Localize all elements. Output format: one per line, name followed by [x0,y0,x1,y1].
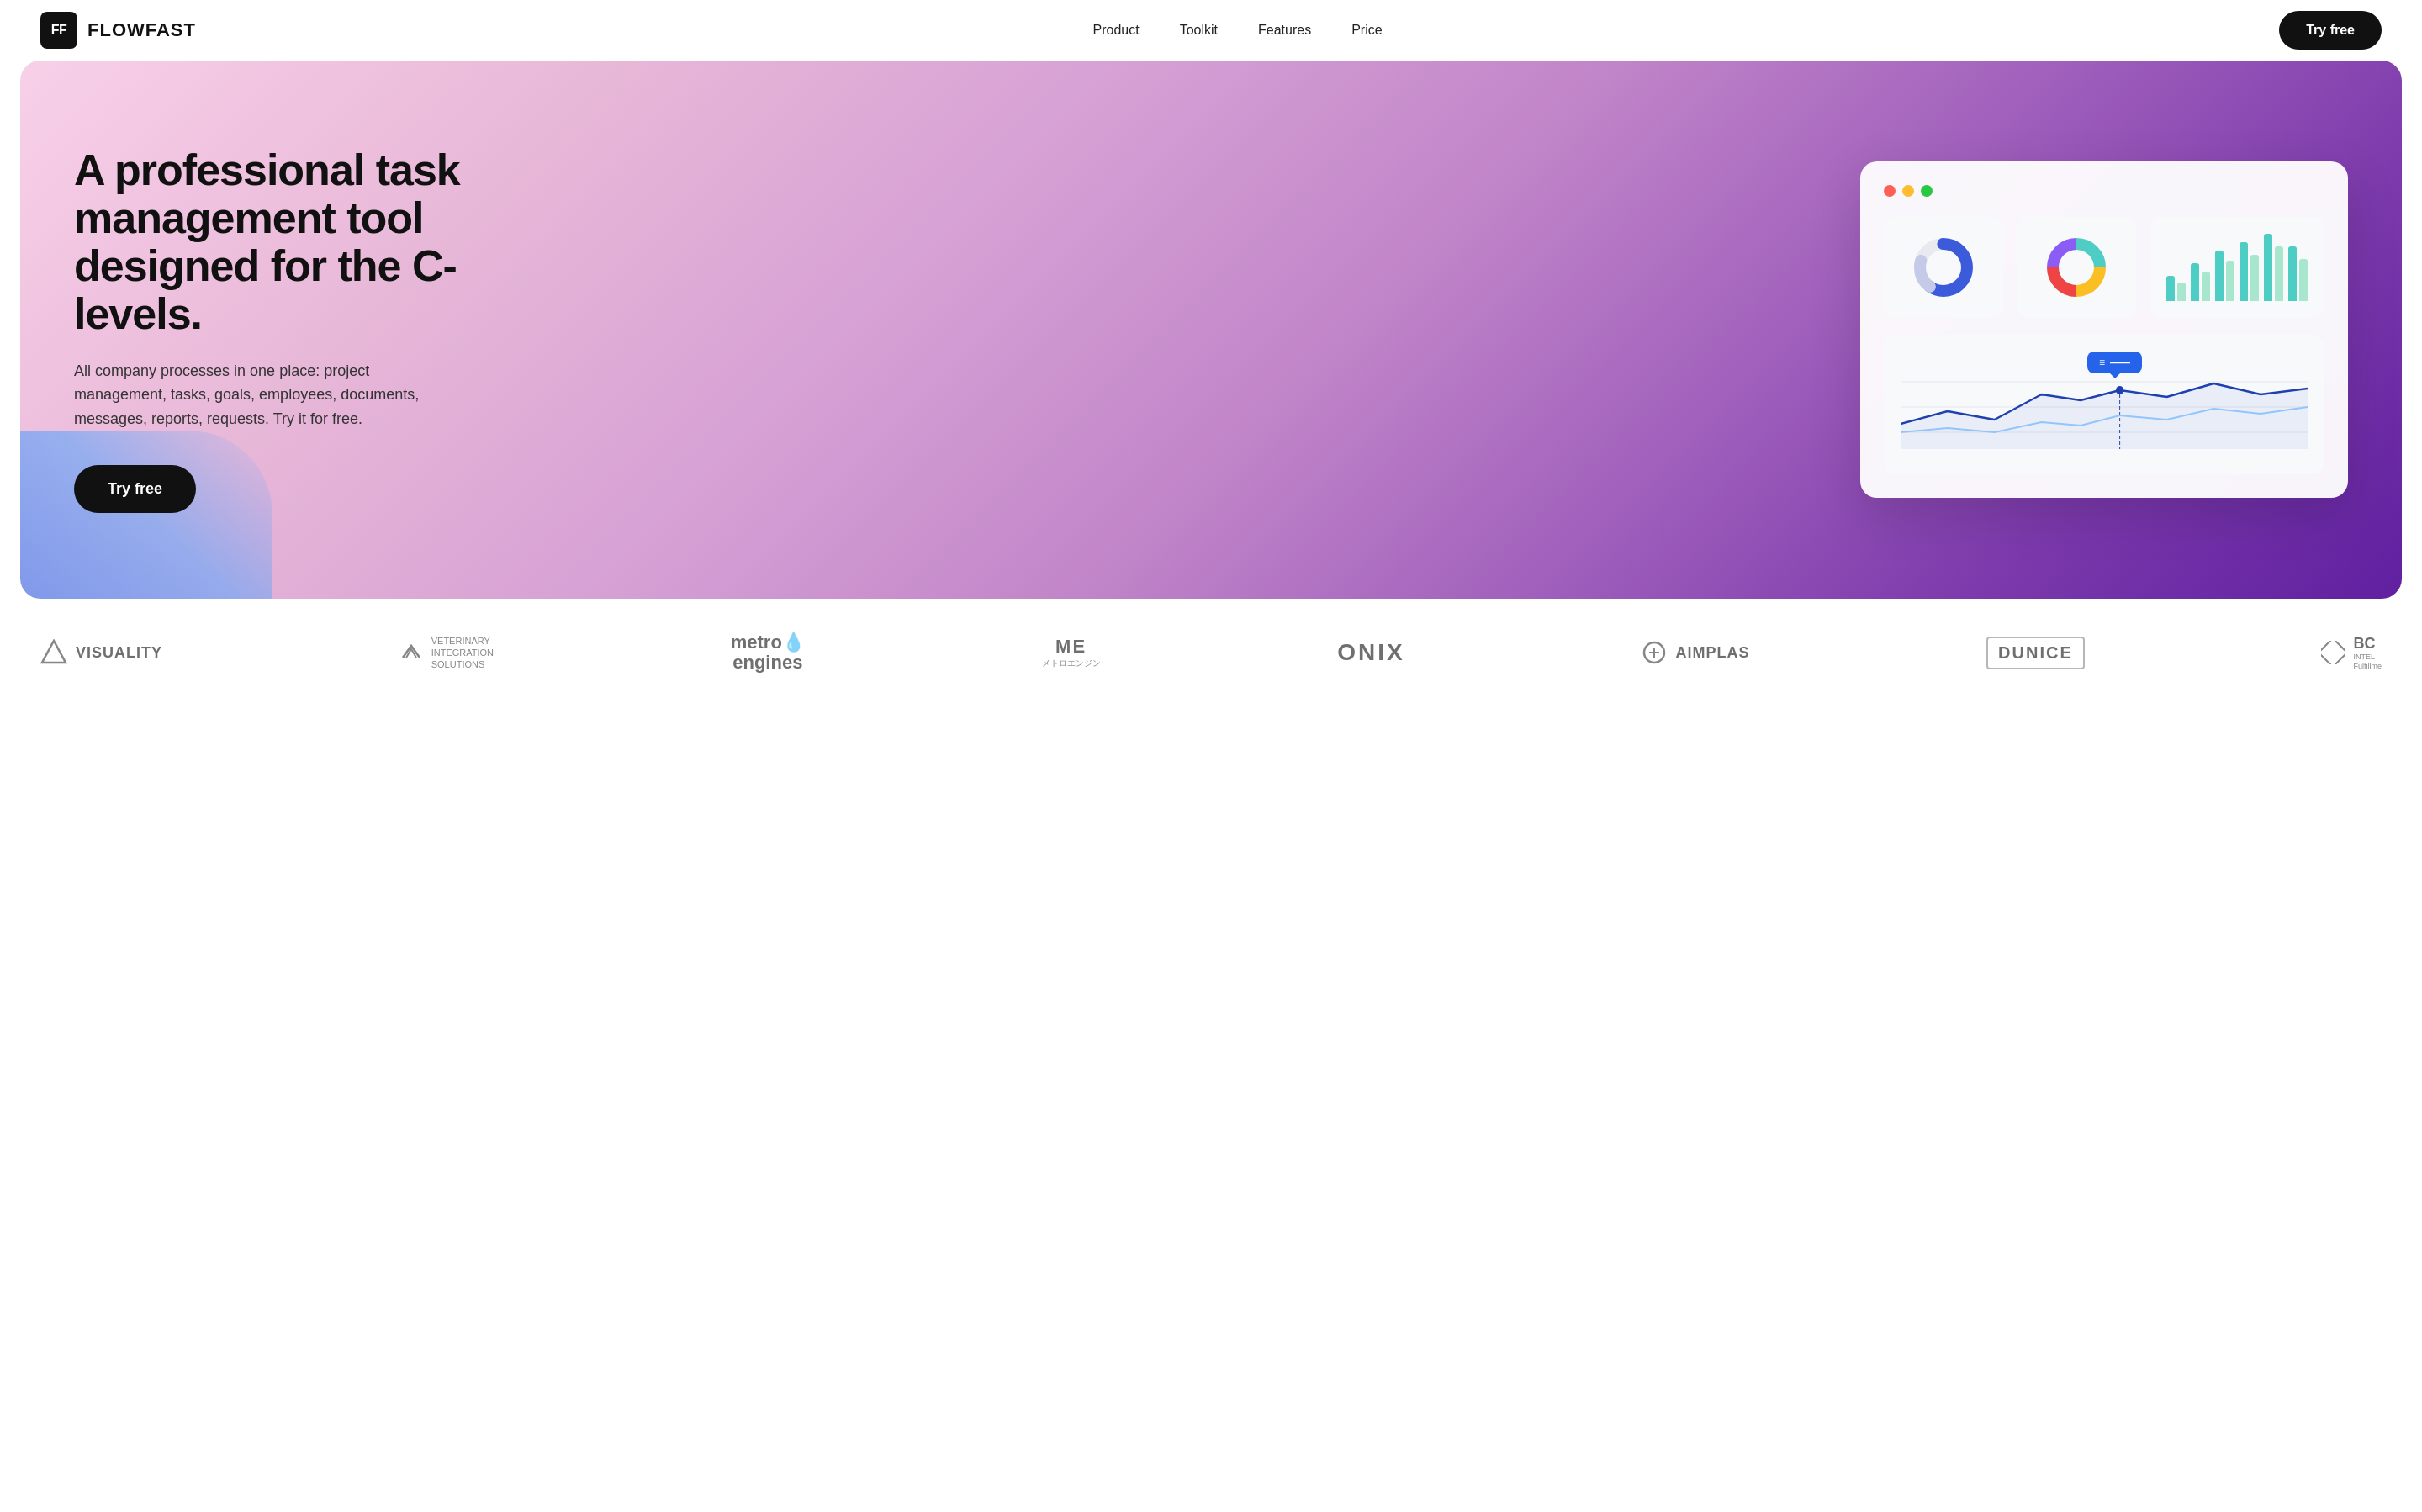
bc-icon [2321,641,2345,664]
aimplas-icon [1642,640,1667,665]
maximize-dot [1921,185,1933,197]
hero-try-free-button[interactable]: Try free [74,465,196,513]
nav-product[interactable]: Product [1093,23,1140,38]
window-controls [1884,185,2324,197]
logo-vet: VETERINARY INTEGRATION SOLUTIONS [399,635,494,671]
donut-chart-multi [2017,217,2136,318]
hero-subtitle: All company processes in one place: proj… [74,359,461,431]
logos-section: VISUALITY VETERINARY INTEGRATION SOLUTIO… [0,599,2422,706]
hero-section: A professional task management tool desi… [20,61,2402,599]
brand-logo: FF [40,12,77,49]
bar-chart [2150,217,2324,318]
line-chart: ≡—— [1884,335,2324,474]
logo-metro: metro💧 engines [731,632,805,673]
hero-content: A professional task management tool desi… [74,146,511,513]
logo-aimplas: AIMPLAS [1642,640,1749,665]
visuality-icon [40,639,67,666]
chart-tooltip: ≡—— [2087,352,2142,373]
navbar: FF FLOWFAST Product Toolkit Features Pri… [0,0,2422,61]
logo-dunice: DUNICE [1986,637,2085,669]
logo-me: ME メトロエンジン [1042,636,1101,669]
donut-chart-blue [1884,217,2003,318]
logo-visuality: VISUALITY [40,639,162,666]
logo-onix: ONIX [1337,639,1404,666]
hero-title: A professional task management tool desi… [74,146,511,339]
logo-bc: BC INTELFulfillme [2321,635,2382,671]
brand-name: FLOWFAST [87,19,196,41]
charts-row [1884,217,2324,318]
minimize-dot [1902,185,1914,197]
svg-rect-18 [2321,641,2345,664]
svg-marker-14 [42,641,66,663]
nav-price[interactable]: Price [1351,23,1382,38]
nav-try-free-button[interactable]: Try free [2279,11,2382,50]
dashboard-mockup: ≡—— [1860,161,2348,498]
svg-point-12 [2116,386,2123,394]
nav-links: Product Toolkit Features Price [1093,23,1383,38]
hero-visual: ≡—— [511,161,2348,498]
close-dot [1884,185,1896,197]
nav-features[interactable]: Features [1258,23,1311,38]
vet-icon [399,641,423,664]
brand: FF FLOWFAST [40,12,196,49]
nav-toolkit[interactable]: Toolkit [1180,23,1218,38]
